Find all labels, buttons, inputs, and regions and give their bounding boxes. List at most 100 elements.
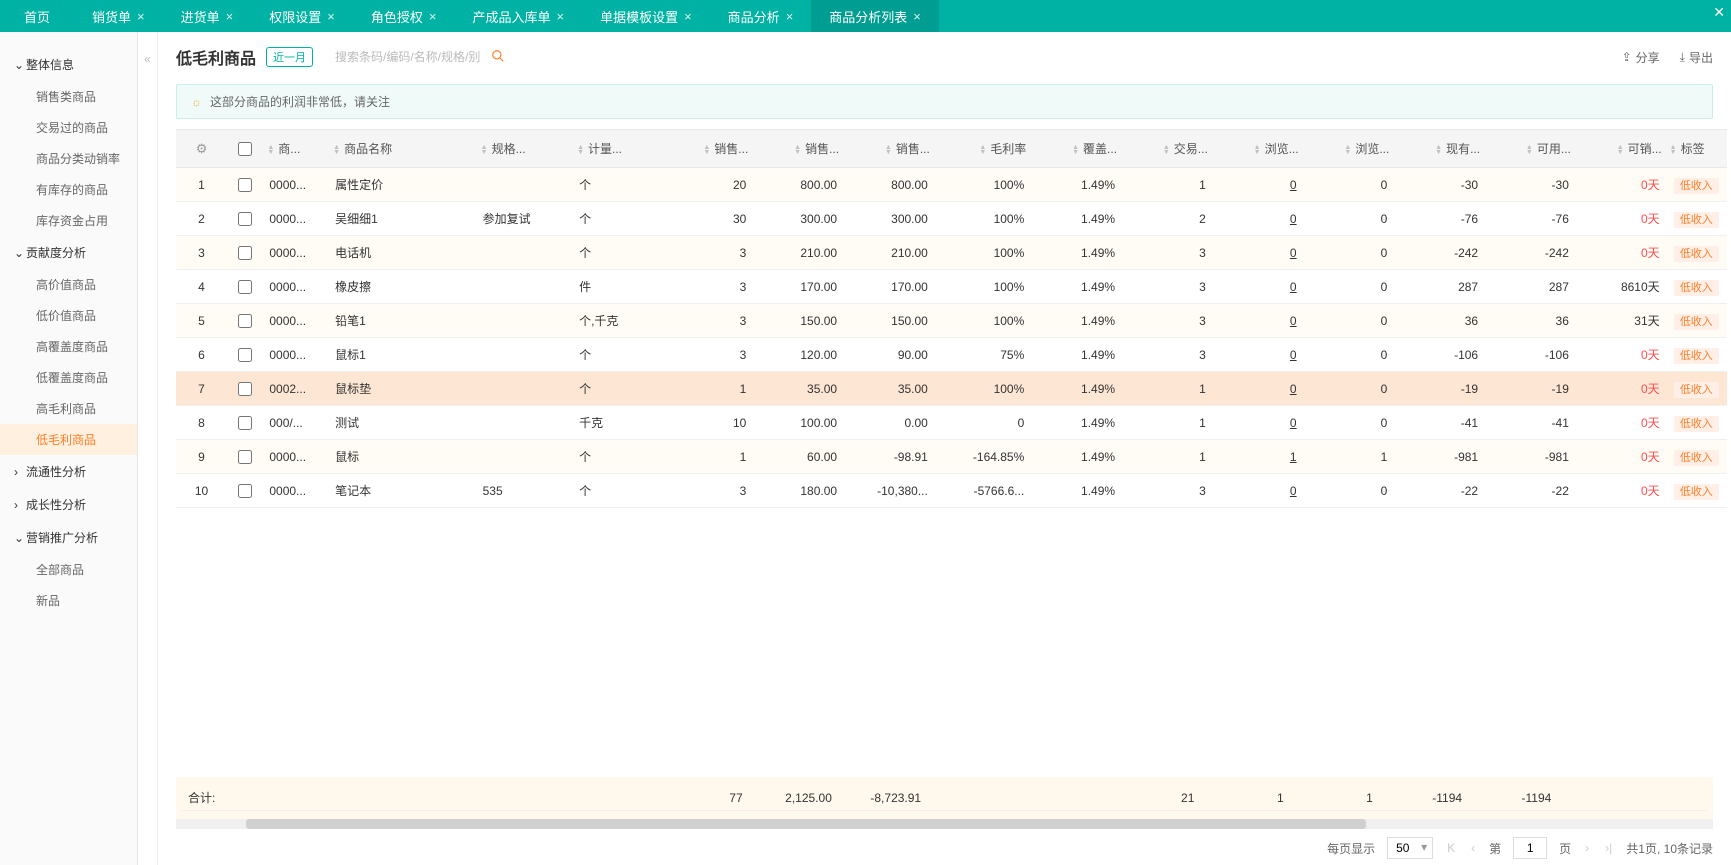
sort-icon[interactable]: ▲▼ (1526, 145, 1533, 155)
section-title-3[interactable]: ›成长性分析 (0, 488, 137, 521)
period-chip[interactable]: 近一月 (266, 47, 313, 67)
sort-icon[interactable]: ▲▼ (1072, 145, 1079, 155)
pager-next[interactable]: › (1583, 841, 1591, 855)
sidebar-item[interactable]: 低覆盖度商品 (0, 362, 137, 393)
export-button[interactable]: ⤓ 导出 (1680, 49, 1713, 66)
table-row[interactable]: 30000...电话机个3210.00210.00100%1.49%300-24… (176, 236, 1727, 270)
tab-close-icon[interactable]: × (429, 9, 437, 24)
sort-icon[interactable]: ▲▼ (1163, 145, 1170, 155)
sort-icon[interactable]: ▲▼ (481, 145, 488, 155)
tab-close-icon[interactable]: × (226, 9, 234, 24)
sort-icon[interactable]: ▲▼ (703, 145, 710, 155)
share-button[interactable]: ⇪ 分享 (1622, 49, 1660, 66)
sidebar-item[interactable]: 全部商品 (0, 554, 137, 585)
row-checkbox[interactable] (238, 246, 252, 260)
tab-close-icon[interactable]: × (556, 9, 564, 24)
sidebar-item[interactable]: 高覆盖度商品 (0, 331, 137, 362)
search-input[interactable] (333, 46, 483, 69)
table-row[interactable]: 70002...鼠标垫个135.0035.00100%1.49%100-19-1… (176, 372, 1727, 406)
col-header-16[interactable]: ▲▼可销... (1575, 130, 1666, 168)
pager-last[interactable]: ›| (1603, 841, 1614, 855)
sort-icon[interactable]: ▲▼ (1254, 145, 1261, 155)
table-row[interactable]: 8000/...测试千克10100.000.0001.49%100-41-410… (176, 406, 1727, 440)
sort-icon[interactable]: ▲▼ (333, 145, 340, 155)
view-link[interactable]: 0 (1290, 314, 1297, 328)
col-header-7[interactable]: ▲▼销售... (752, 130, 843, 168)
view-link[interactable]: 0 (1290, 178, 1297, 192)
section-title-4[interactable]: ⌄营销推广分析 (0, 521, 137, 554)
view-link[interactable]: 0 (1290, 348, 1297, 362)
col-header-11[interactable]: ▲▼交易... (1121, 130, 1212, 168)
row-checkbox[interactable] (238, 178, 252, 192)
view-link[interactable]: 0 (1290, 280, 1297, 294)
tab-1[interactable]: 销货单× (74, 0, 163, 32)
col-header-4[interactable]: ▲▼规格... (477, 130, 573, 168)
horizontal-scrollbar[interactable] (176, 819, 1713, 829)
pager-first[interactable]: K (1445, 841, 1457, 855)
col-header-9[interactable]: ▲▼毛利率 (934, 130, 1030, 168)
sort-icon[interactable]: ▲▼ (1435, 145, 1442, 155)
col-header-14[interactable]: ▲▼现有... (1393, 130, 1484, 168)
section-title-2[interactable]: ›流通性分析 (0, 455, 137, 488)
pager-page-input[interactable] (1513, 837, 1547, 859)
select-all-checkbox[interactable] (238, 142, 252, 156)
row-checkbox[interactable] (238, 416, 252, 430)
sidebar-item[interactable]: 高毛利商品 (0, 393, 137, 424)
tab-2[interactable]: 进货单× (163, 0, 252, 32)
sidebar-item[interactable]: 低毛利商品 (0, 424, 137, 455)
sort-icon[interactable]: ▲▼ (1670, 145, 1677, 155)
col-header-17[interactable]: ▲▼标签 (1666, 130, 1727, 168)
row-checkbox[interactable] (238, 212, 252, 226)
sidebar-item[interactable]: 低价值商品 (0, 300, 137, 331)
sort-icon[interactable]: ▲▼ (577, 145, 584, 155)
col-header-13[interactable]: ▲▼浏览... (1303, 130, 1394, 168)
section-title-0[interactable]: ⌄整体信息 (0, 48, 137, 81)
col-header-5[interactable]: ▲▼计量... (573, 130, 661, 168)
tab-close-icon[interactable]: × (137, 9, 145, 24)
table-row[interactable]: 20000...吴细细1参加复试个30300.00300.00100%1.49%… (176, 202, 1727, 236)
col-header-10[interactable]: ▲▼覆盖... (1030, 130, 1121, 168)
tab-7[interactable]: 商品分析× (710, 0, 812, 32)
sidebar-item[interactable]: 高价值商品 (0, 269, 137, 300)
sort-icon[interactable]: ▲▼ (979, 145, 986, 155)
pager-prev[interactable]: ‹ (1469, 841, 1477, 855)
col-header-1[interactable] (227, 130, 263, 168)
row-checkbox[interactable] (238, 280, 252, 294)
col-header-15[interactable]: ▲▼可用... (1484, 130, 1575, 168)
view-link[interactable]: 0 (1290, 416, 1297, 430)
col-header-8[interactable]: ▲▼销售... (843, 130, 934, 168)
table-row[interactable]: 100000...笔记本535个3180.00-10,380...-5766.6… (176, 474, 1727, 508)
search-icon[interactable] (491, 49, 505, 66)
window-close-icon[interactable]: ✕ (1713, 4, 1725, 21)
row-checkbox[interactable] (238, 382, 252, 396)
col-header-12[interactable]: ▲▼浏览... (1212, 130, 1303, 168)
sidebar-item[interactable]: 商品分类动销率 (0, 143, 137, 174)
tab-4[interactable]: 角色授权× (353, 0, 455, 32)
view-link[interactable]: 0 (1290, 382, 1297, 396)
table-row[interactable]: 50000...铅笔1个,千克3150.00150.00100%1.49%300… (176, 304, 1727, 338)
row-checkbox[interactable] (238, 348, 252, 362)
sidebar-item[interactable]: 库存资金占用 (0, 205, 137, 236)
view-link[interactable]: 0 (1290, 246, 1297, 260)
row-checkbox[interactable] (238, 450, 252, 464)
col-header-3[interactable]: ▲▼商品名称 (329, 130, 476, 168)
tab-5[interactable]: 产成品入库单× (454, 0, 582, 32)
col-header-2[interactable]: ▲▼商... (263, 130, 329, 168)
col-header-0[interactable]: ⚙ (176, 130, 227, 168)
col-header-6[interactable]: ▲▼销售... (662, 130, 753, 168)
tab-8[interactable]: 商品分析列表× (811, 0, 939, 32)
sidebar-item[interactable]: 新品 (0, 585, 137, 616)
row-checkbox[interactable] (238, 484, 252, 498)
gear-icon[interactable]: ⚙ (196, 141, 208, 156)
table-row[interactable]: 60000...鼠标1个3120.0090.0075%1.49%300-106-… (176, 338, 1727, 372)
tab-close-icon[interactable]: × (913, 9, 921, 24)
sort-icon[interactable]: ▲▼ (794, 145, 801, 155)
sidebar-item[interactable]: 销售类商品 (0, 81, 137, 112)
scrollbar-thumb[interactable] (246, 819, 1366, 829)
tab-close-icon[interactable]: × (786, 9, 794, 24)
tab-0[interactable]: 首页 (0, 0, 74, 32)
sidebar-item[interactable]: 有库存的商品 (0, 174, 137, 205)
section-title-1[interactable]: ⌄贡献度分析 (0, 236, 137, 269)
tab-6[interactable]: 单据模板设置× (582, 0, 710, 32)
tab-3[interactable]: 权限设置× (251, 0, 353, 32)
